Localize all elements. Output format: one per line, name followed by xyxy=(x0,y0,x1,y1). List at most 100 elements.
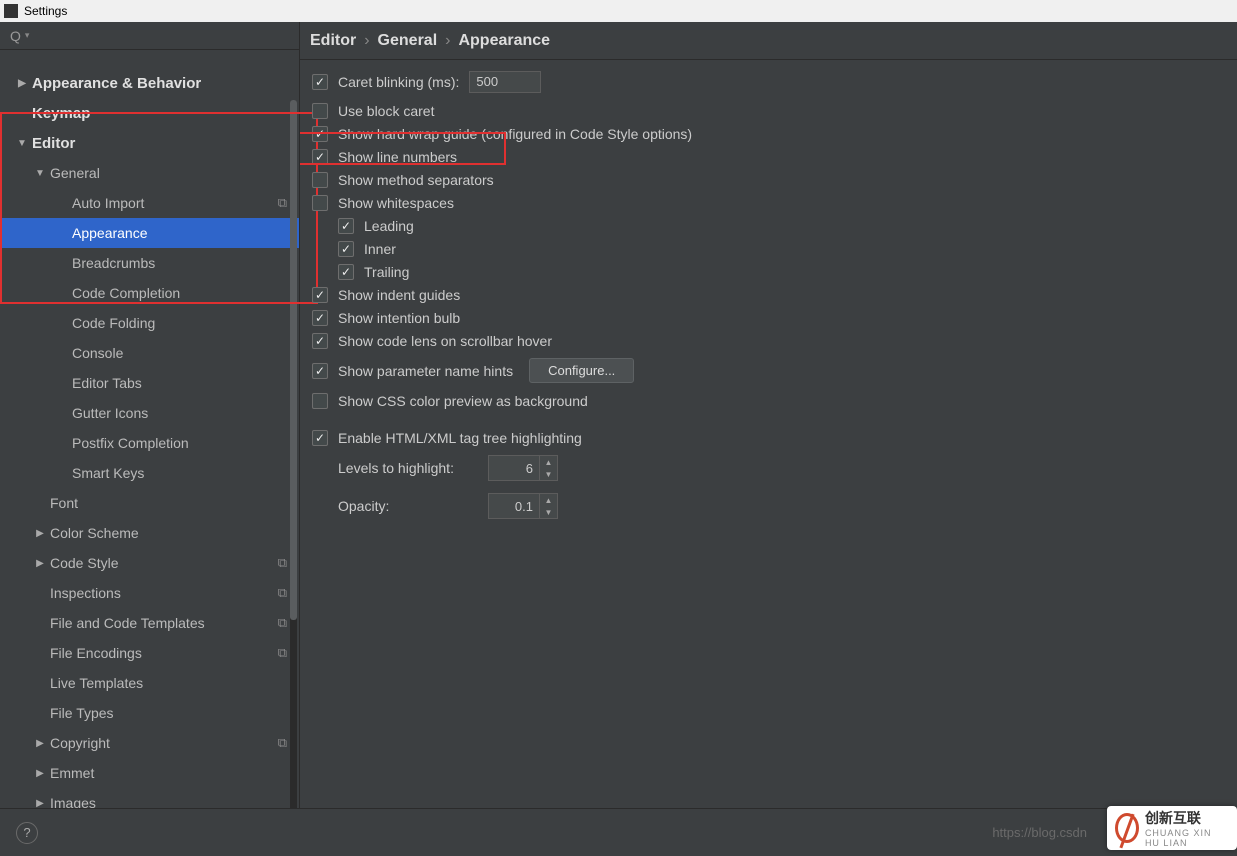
tree-item-code-folding[interactable]: Code Folding xyxy=(0,308,299,338)
tree-item-label: Editor Tabs xyxy=(72,375,299,391)
tree-item-code-completion[interactable]: Code Completion xyxy=(0,278,299,308)
tree-item-label: Copyright xyxy=(50,735,278,751)
checkbox-whitespaces[interactable] xyxy=(312,195,328,211)
label-block-caret: Use block caret xyxy=(338,103,434,119)
tree-item-font[interactable]: Font xyxy=(0,488,299,518)
tree-item-label: Inspections xyxy=(50,585,278,601)
label-levels: Levels to highlight: xyxy=(338,460,478,476)
tree-item-smart-keys[interactable]: Smart Keys xyxy=(0,458,299,488)
tree-arrow-icon[interactable]: ▶ xyxy=(34,528,46,539)
spinner-levels[interactable]: ▲▼ xyxy=(488,455,558,481)
tree-item-general[interactable]: ▼General xyxy=(0,158,299,188)
checkbox-html-tree[interactable] xyxy=(312,430,328,446)
tree-arrow-icon[interactable]: ▶ xyxy=(34,798,46,809)
tree-item-code-style[interactable]: ▶ Code Style⧉ xyxy=(0,548,299,578)
checkbox-param-hints[interactable] xyxy=(312,363,328,379)
tree-item-file-types[interactable]: File Types xyxy=(0,698,299,728)
checkbox-ws-trailing[interactable] xyxy=(338,264,354,280)
crumb-editor[interactable]: Editor xyxy=(310,32,356,50)
tree-item-editor[interactable]: ▼ Editor xyxy=(0,128,299,158)
tree-arrow-icon[interactable]: ▶ xyxy=(16,78,28,89)
project-scope-icon: ⧉ xyxy=(278,585,287,601)
project-scope-icon: ⧉ xyxy=(278,195,287,211)
tree-item-label: Emmet xyxy=(50,765,299,781)
search-bar[interactable]: Q▾ xyxy=(0,22,299,50)
spin-down-icon[interactable]: ▼ xyxy=(540,468,557,480)
label-intention-bulb: Show intention bulb xyxy=(338,310,460,326)
tree-item-label: Keymap xyxy=(32,105,299,122)
checkbox-hard-wrap[interactable] xyxy=(312,126,328,142)
spin-down-icon[interactable]: ▼ xyxy=(540,506,557,518)
label-method-separators: Show method separators xyxy=(338,172,494,188)
tree-item-copyright[interactable]: ▶Copyright⧉ xyxy=(0,728,299,758)
spinner-opacity[interactable]: ▲▼ xyxy=(488,493,558,519)
tree-item-file-encodings[interactable]: File Encodings⧉ xyxy=(0,638,299,668)
label-line-numbers: Show line numbers xyxy=(338,149,457,165)
checkbox-intention-bulb[interactable] xyxy=(312,310,328,326)
brand-badge: 创新互联 CHUANG XIN HU LIAN xyxy=(1107,806,1237,850)
titlebar: Settings xyxy=(0,0,1237,22)
help-button[interactable]: ? xyxy=(16,822,38,844)
checkbox-block-caret[interactable] xyxy=(312,103,328,119)
tree-arrow-icon[interactable]: ▼ xyxy=(34,168,46,179)
tree-item-label: Code Folding xyxy=(72,315,299,331)
tree-item-gutter-icons[interactable]: Gutter Icons xyxy=(0,398,299,428)
tree-item-label: Appearance & Behavior xyxy=(32,75,299,92)
label-css-preview: Show CSS color preview as background xyxy=(338,393,588,409)
input-levels[interactable] xyxy=(489,456,539,480)
tree-item-label: Font xyxy=(50,495,299,511)
spin-up-icon[interactable]: ▲ xyxy=(540,494,557,506)
tree-item-label: File and Code Templates xyxy=(50,615,278,631)
checkbox-indent-guides[interactable] xyxy=(312,287,328,303)
tree-arrow-icon[interactable]: ▶ xyxy=(34,738,46,749)
checkbox-line-numbers[interactable] xyxy=(312,149,328,165)
label-ws-inner: Inner xyxy=(364,241,396,257)
label-code-lens: Show code lens on scrollbar hover xyxy=(338,333,552,349)
tree-item-color-scheme[interactable]: ▶ Color Scheme xyxy=(0,518,299,548)
search-dropdown-icon[interactable]: ▾ xyxy=(25,30,30,41)
settings-tree[interactable]: ▶ Appearance & Behavior Keymap ▼ Editor ▼Gene… xyxy=(0,50,299,856)
checkbox-code-lens[interactable] xyxy=(312,333,328,349)
tree-item-label: Code Style xyxy=(50,555,278,571)
tree-arrow-icon[interactable]: ▶ xyxy=(34,558,46,569)
crumb-appearance[interactable]: Appearance xyxy=(458,32,550,50)
tree-item-auto-import[interactable]: Auto Import⧉ xyxy=(0,188,299,218)
tree-item-breadcrumbs[interactable]: Breadcrumbs xyxy=(0,248,299,278)
checkbox-method-separators[interactable] xyxy=(312,172,328,188)
tree-arrow-icon[interactable]: ▼ xyxy=(16,138,28,149)
tree-item-editor-tabs[interactable]: Editor Tabs xyxy=(0,368,299,398)
tree-item-live-templates[interactable]: Live Templates xyxy=(0,668,299,698)
tree-item-inspections[interactable]: Inspections⧉ xyxy=(0,578,299,608)
spin-up-icon[interactable]: ▲ xyxy=(540,456,557,468)
brand-name: 创新互联 xyxy=(1145,808,1229,828)
checkbox-ws-inner[interactable] xyxy=(338,241,354,257)
tree-item-file-and-code-templates[interactable]: File and Code Templates⧉ xyxy=(0,608,299,638)
tree-item-appearance-behavior[interactable]: ▶ Appearance & Behavior xyxy=(0,68,299,98)
tree-item-label: Code Completion xyxy=(72,285,299,301)
settings-sidebar: Q▾ ▶Appearance & BehaviorKeymap▼Editor▼G… xyxy=(0,22,300,856)
tree-item-label: Color Scheme xyxy=(50,525,299,541)
chevron-right-icon: › xyxy=(364,32,369,50)
tree-item-console[interactable]: Console xyxy=(0,338,299,368)
brand-logo-icon xyxy=(1115,813,1139,843)
checkbox-ws-leading[interactable] xyxy=(338,218,354,234)
tree-arrow-icon[interactable]: ▶ xyxy=(34,768,46,779)
checkbox-caret-blinking[interactable] xyxy=(312,74,328,90)
configure-button[interactable]: Configure... xyxy=(529,358,634,383)
checkbox-css-preview[interactable] xyxy=(312,393,328,409)
scrollbar-thumb[interactable] xyxy=(290,100,297,620)
tree-item-postfix-completion[interactable]: Postfix Completion xyxy=(0,428,299,458)
input-caret-blinking-ms[interactable] xyxy=(469,71,541,93)
crumb-general[interactable]: General xyxy=(378,32,438,50)
tree-item-appearance[interactable]: Appearance xyxy=(0,218,299,248)
tree-item-keymap[interactable]: Keymap xyxy=(0,98,299,128)
settings-panel: Caret blinking (ms): Use block caret Sho… xyxy=(300,60,1237,856)
project-scope-icon: ⧉ xyxy=(278,555,287,571)
tree-item-label: Console xyxy=(72,345,299,361)
tree-item-label: Postfix Completion xyxy=(72,435,299,451)
app-icon xyxy=(4,4,18,18)
input-opacity[interactable] xyxy=(489,494,539,518)
tree-item-emmet[interactable]: ▶ Emmet xyxy=(0,758,299,788)
tree-item-label: Editor xyxy=(32,135,299,152)
label-param-hints: Show parameter name hints xyxy=(338,363,513,379)
